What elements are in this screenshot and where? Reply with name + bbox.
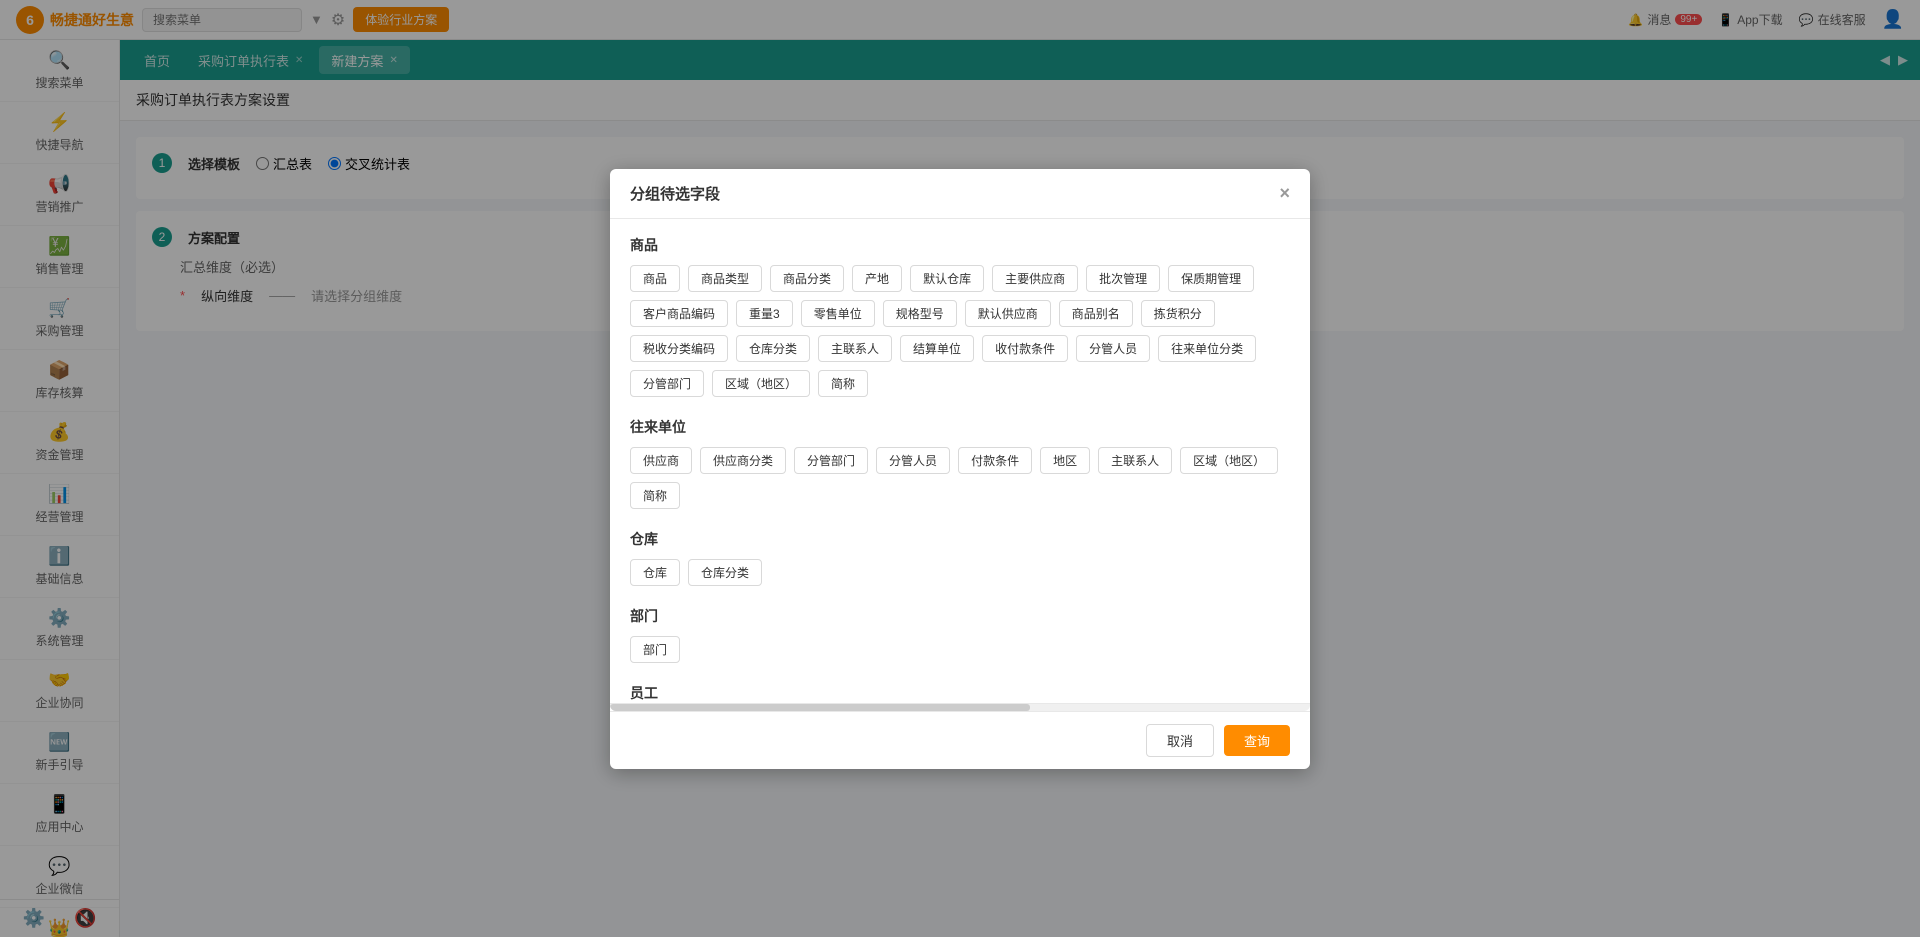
section-title-goods: 商品	[630, 235, 1290, 255]
field-tag-partner-2[interactable]: 分管部门	[794, 447, 868, 474]
field-tag-department-0[interactable]: 部门	[630, 636, 680, 663]
field-tag-goods-20[interactable]: 分管人员	[1076, 335, 1150, 362]
section-title-partner: 往来单位	[630, 417, 1290, 437]
section-title-department: 部门	[630, 606, 1290, 626]
field-tag-goods-10[interactable]: 零售单位	[801, 300, 875, 327]
modal-footer: 取消 查询	[610, 711, 1310, 769]
field-tag-partner-5[interactable]: 地区	[1040, 447, 1090, 474]
field-section-goods: 商品商品商品类型商品分类产地默认仓库主要供应商批次管理保质期管理客户商品编码重量…	[630, 235, 1290, 397]
cancel-button[interactable]: 取消	[1146, 724, 1214, 757]
hscroll-thumb	[610, 704, 1030, 711]
modal-horizontal-scrollbar[interactable]	[610, 703, 1310, 711]
field-tag-warehouse-0[interactable]: 仓库	[630, 559, 680, 586]
field-tag-partner-0[interactable]: 供应商	[630, 447, 692, 474]
section-title-warehouse: 仓库	[630, 529, 1290, 549]
field-section-warehouse: 仓库仓库仓库分类	[630, 529, 1290, 586]
field-tag-partner-7[interactable]: 区域（地区）	[1180, 447, 1278, 474]
field-tag-partner-3[interactable]: 分管人员	[876, 447, 950, 474]
field-tag-goods-9[interactable]: 重量3	[736, 300, 793, 327]
field-section-partner: 往来单位供应商供应商分类分管部门分管人员付款条件地区主联系人区域（地区） 简称	[630, 417, 1290, 509]
field-tag-goods-8[interactable]: 客户商品编码	[630, 300, 728, 327]
field-section-department: 部门部门	[630, 606, 1290, 663]
field-tag-goods-1[interactable]: 商品类型	[688, 265, 762, 292]
field-tag-goods-24[interactable]: 简称	[818, 370, 868, 397]
field-section-employee: 员工业务员	[630, 683, 1290, 703]
field-tag-goods-23[interactable]: 区域（地区）	[712, 370, 810, 397]
field-grid-department: 部门	[630, 636, 1290, 663]
field-grid-goods: 商品商品类型商品分类产地默认仓库主要供应商批次管理保质期管理客户商品编码重量3 零…	[630, 265, 1290, 397]
field-tag-goods-13[interactable]: 商品别名	[1059, 300, 1133, 327]
field-tag-goods-5[interactable]: 主要供应商	[992, 265, 1078, 292]
field-tag-partner-6[interactable]: 主联系人	[1098, 447, 1172, 474]
field-tag-goods-15[interactable]: 税收分类编码	[630, 335, 728, 362]
field-tag-goods-3[interactable]: 产地	[852, 265, 902, 292]
field-selector-modal: 分组待选字段 × 商品商品商品类型商品分类产地默认仓库主要供应商批次管理保质期管…	[610, 169, 1310, 769]
confirm-button[interactable]: 查询	[1224, 725, 1290, 756]
field-tag-partner-1[interactable]: 供应商分类	[700, 447, 786, 474]
field-tag-goods-16[interactable]: 仓库分类	[736, 335, 810, 362]
field-tag-goods-11[interactable]: 规格型号	[883, 300, 957, 327]
field-tag-goods-17[interactable]: 主联系人	[818, 335, 892, 362]
field-tag-goods-19[interactable]: 收付款条件	[982, 335, 1068, 362]
field-tag-goods-14[interactable]: 拣货积分	[1141, 300, 1215, 327]
field-grid-partner: 供应商供应商分类分管部门分管人员付款条件地区主联系人区域（地区） 简称	[630, 447, 1290, 509]
field-grid-warehouse: 仓库仓库分类	[630, 559, 1290, 586]
field-tag-partner-4[interactable]: 付款条件	[958, 447, 1032, 474]
modal-body: 商品商品商品类型商品分类产地默认仓库主要供应商批次管理保质期管理客户商品编码重量…	[610, 219, 1310, 703]
modal-close-button[interactable]: ×	[1279, 183, 1290, 204]
field-tag-goods-6[interactable]: 批次管理	[1086, 265, 1160, 292]
field-tag-goods-4[interactable]: 默认仓库	[910, 265, 984, 292]
field-tag-goods-0[interactable]: 商品	[630, 265, 680, 292]
field-tag-warehouse-1[interactable]: 仓库分类	[688, 559, 762, 586]
section-title-employee: 员工	[630, 683, 1290, 703]
field-tag-goods-7[interactable]: 保质期管理	[1168, 265, 1254, 292]
modal-title: 分组待选字段	[630, 183, 720, 204]
modal-header: 分组待选字段 ×	[610, 169, 1310, 219]
field-tag-goods-21[interactable]: 往来单位分类	[1158, 335, 1256, 362]
field-tag-goods-18[interactable]: 结算单位	[900, 335, 974, 362]
field-tag-goods-22[interactable]: 分管部门	[630, 370, 704, 397]
field-tag-goods-12[interactable]: 默认供应商	[965, 300, 1051, 327]
field-tag-goods-2[interactable]: 商品分类	[770, 265, 844, 292]
field-tag-partner-8[interactable]: 简称	[630, 482, 680, 509]
